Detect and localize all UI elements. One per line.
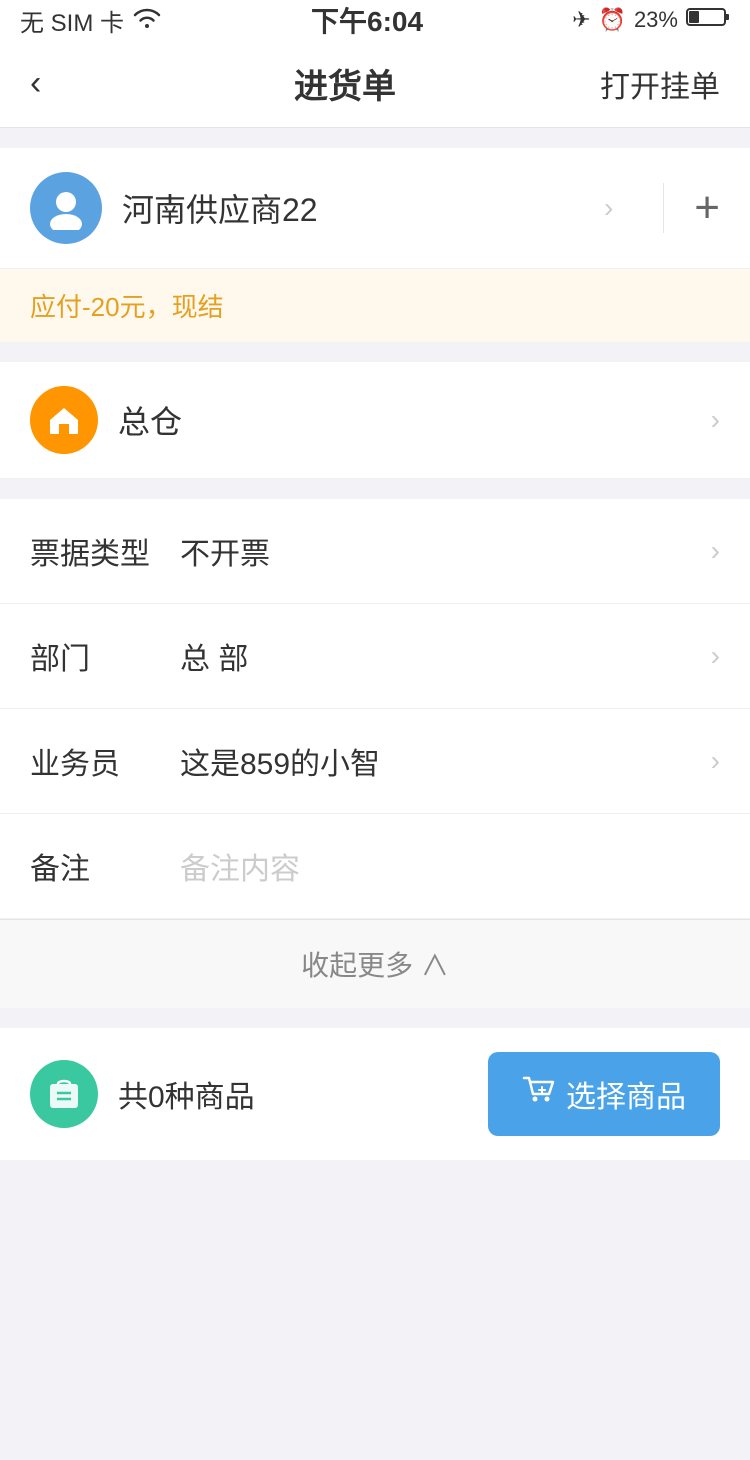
warehouse-icon <box>30 386 98 454</box>
location-icon: ✈ <box>572 7 590 33</box>
supplier-name: 河南供应商22 <box>122 185 604 231</box>
remark-label: 备注 <box>30 844 170 888</box>
product-count-text: 共0种商品 <box>118 1072 488 1116</box>
warehouse-arrow-icon: › <box>711 404 720 436</box>
section-gap-1 <box>0 128 750 148</box>
select-product-label: 选择商品 <box>566 1072 686 1116</box>
supplier-row[interactable]: 河南供应商22 › + <box>0 148 750 269</box>
warehouse-row[interactable]: 总仓 › <box>0 362 750 479</box>
warehouse-name: 总仓 <box>118 397 711 443</box>
nav-bar: ‹ 进货单 打开挂单 <box>0 40 750 128</box>
salesperson-value: 这是859的小智 <box>170 739 711 783</box>
open-pending-button[interactable]: 打开挂单 <box>600 62 720 106</box>
invoice-type-value: 不开票 <box>170 529 711 573</box>
remark-row[interactable]: 备注 备注内容 <box>0 814 750 919</box>
section-gap-3 <box>0 479 750 499</box>
divider <box>663 183 664 233</box>
battery-text: 23% <box>634 7 678 33</box>
section-gap-2 <box>0 342 750 362</box>
department-row[interactable]: 部门 总 部 › <box>0 604 750 709</box>
status-time: 下午6:04 <box>311 0 423 40</box>
department-arrow-icon: › <box>711 640 720 672</box>
salesperson-label: 业务员 <box>30 739 170 783</box>
supplier-avatar <box>30 172 102 244</box>
department-label: 部门 <box>30 634 170 678</box>
collapse-button[interactable]: 收起更多 ∧ <box>0 919 750 1008</box>
notice-banner: 应付-20元，现结 <box>0 269 750 342</box>
status-right: ✈ ⏰ 23% <box>572 6 730 34</box>
product-icon <box>30 1060 98 1128</box>
department-value: 总 部 <box>170 634 711 678</box>
invoice-type-row[interactable]: 票据类型 不开票 › <box>0 499 750 604</box>
status-left: 无 SIM 卡 <box>20 3 162 38</box>
form-section: 票据类型 不开票 › 部门 总 部 › 业务员 这是859的小智 › 备注 备注… <box>0 499 750 1008</box>
back-button[interactable]: ‹ <box>30 64 90 103</box>
select-product-button[interactable]: 选择商品 <box>488 1052 720 1136</box>
page-title: 进货单 <box>294 59 396 108</box>
remark-input[interactable]: 备注内容 <box>170 844 720 888</box>
invoice-type-arrow-icon: › <box>711 535 720 567</box>
bottom-bar: 共0种商品 选择商品 <box>0 1028 750 1160</box>
carrier-text: 无 SIM 卡 <box>20 3 124 38</box>
warehouse-section: 总仓 › <box>0 362 750 479</box>
salesperson-arrow-icon: › <box>711 745 720 777</box>
supplier-arrow-icon: › <box>604 192 613 224</box>
alarm-icon: ⏰ <box>599 7 626 33</box>
salesperson-row[interactable]: 业务员 这是859的小智 › <box>0 709 750 814</box>
battery-icon <box>686 6 730 34</box>
add-supplier-button[interactable]: + <box>694 183 720 233</box>
wifi-icon <box>132 6 162 35</box>
invoice-type-label: 票据类型 <box>30 529 170 573</box>
supplier-section: 河南供应商22 › + 应付-20元，现结 <box>0 148 750 342</box>
cart-icon <box>522 1076 556 1112</box>
status-bar: 无 SIM 卡 下午6:04 ✈ ⏰ 23% <box>0 0 750 40</box>
page-footer <box>0 1160 750 1460</box>
